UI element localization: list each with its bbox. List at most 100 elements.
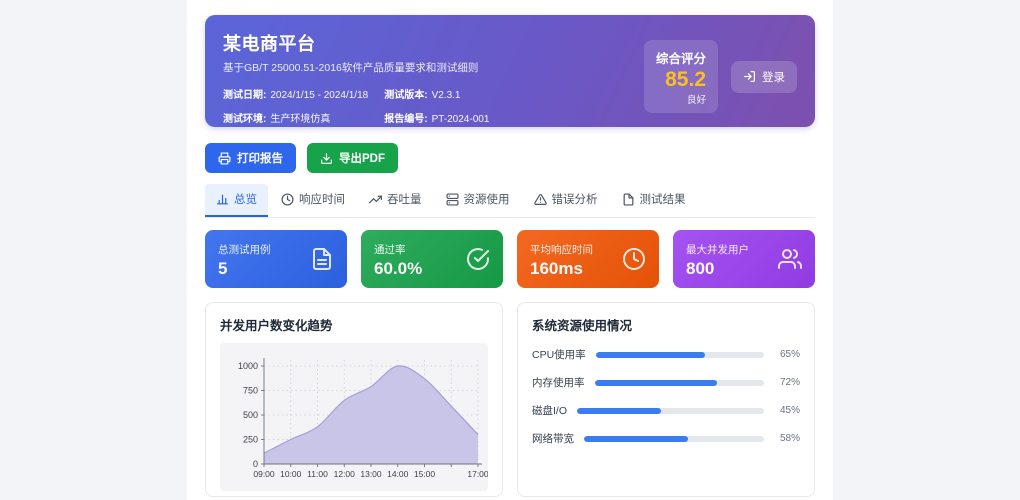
- trend-up-icon: [369, 195, 382, 203]
- tab-test-results[interactable]: 测试结果: [611, 184, 697, 217]
- export-pdf-label: 导出PDF: [339, 153, 385, 165]
- tab-throughput[interactable]: 吞吐量: [358, 184, 433, 217]
- svg-text:09:00: 09:00: [253, 469, 275, 479]
- resources-panel: 系统资源使用情况 CPU使用率 65% 内存使用率 72% 磁盘I/O 45%: [517, 302, 815, 497]
- progress-fill: [577, 407, 662, 414]
- meta-report-number: 报告编号: PT-2024-001: [384, 114, 490, 125]
- tab-resource-usage-label: 资源使用: [463, 194, 510, 206]
- stat-value: 60.0%: [374, 258, 423, 278]
- report-meta: 测试日期: 2024/1/15 - 2024/1/18 测试版本: V2.3.1 测…: [223, 86, 489, 125]
- stat-value: 5: [218, 258, 228, 278]
- report-header-info: 某电商平台 基于GB/T 25000.51-2016软件产品质量要求和测试细则 …: [223, 30, 489, 125]
- clock-icon: [623, 248, 645, 270]
- warning-icon: [533, 193, 547, 205]
- score-label: 综合评分: [655, 52, 706, 66]
- stat-card-avg-response: 平均响应时间 160ms: [517, 230, 659, 288]
- svg-text:14:00: 14:00: [387, 469, 409, 479]
- svg-text:17:00: 17:00: [467, 469, 488, 479]
- meta-test-date: 测试日期: 2024/1/15 - 2024/1/18: [223, 90, 369, 101]
- progress-bar: [595, 351, 764, 358]
- download-icon: [321, 152, 332, 164]
- concurrent-users-chart: 0 250 500 750 1000 09:00 10:00 11:00 12:00 13:00 1…: [220, 343, 488, 491]
- resource-row-cpu: CPU使用率 65%: [532, 347, 800, 362]
- score-grade-badge: 良好: [686, 95, 706, 107]
- resource-percent: 45%: [779, 405, 800, 416]
- progress-fill: [594, 379, 717, 386]
- progress-bar: [594, 379, 764, 386]
- stat-label: 平均响应时间: [530, 243, 593, 256]
- tab-error-analysis[interactable]: 错误分析: [523, 184, 609, 217]
- report-tabs: 总览 响应时间 吞吐量 资源使用 错误分析 测试结果: [205, 184, 815, 218]
- stat-label: 通过率: [374, 243, 406, 256]
- overall-score-box: 综合评分 85.2 良好: [643, 40, 718, 114]
- report-toolbar: 打印报告 导出PDF: [205, 143, 815, 173]
- file-text-icon: [313, 248, 331, 270]
- progress-bar: [584, 435, 764, 442]
- chart-panel: 并发用户数变化趋势 0 250 500 750 1000 09:00 10:00 11:00 1…: [205, 302, 503, 497]
- svg-text:750: 750: [243, 386, 258, 396]
- bar-chart-icon: [217, 194, 228, 204]
- stat-label: 总测试用例: [218, 243, 271, 256]
- resource-rows: CPU使用率 65% 内存使用率 72% 磁盘I/O 45% 网络带宽 58%: [532, 343, 800, 446]
- report-header: 某电商平台 基于GB/T 25000.51-2016软件产品质量要求和测试细则 …: [205, 15, 815, 127]
- users-icon: [778, 249, 802, 269]
- meta-test-env: 测试环境: 生产环境仿真: [223, 114, 331, 125]
- login-icon: [744, 71, 755, 83]
- report-subtitle: 基于GB/T 25000.51-2016软件产品质量要求和测试细则: [223, 62, 479, 74]
- resources-title: 系统资源使用情况: [532, 319, 633, 333]
- meta-test-version: 测试版本: V2.3.1: [384, 90, 461, 101]
- login-button[interactable]: 登录: [731, 60, 797, 93]
- tab-throughput-label: 吞吐量: [387, 194, 422, 206]
- resource-row-memory: 内存使用率 72%: [532, 375, 800, 390]
- resource-label: CPU使用率: [532, 349, 586, 361]
- resource-percent: 72%: [779, 377, 800, 388]
- print-report-label: 打印报告: [237, 153, 283, 165]
- printer-icon: [218, 151, 231, 165]
- svg-text:10:00: 10:00: [280, 469, 302, 479]
- check-circle-icon: [467, 248, 489, 270]
- stat-card-total-cases: 总测试用例 5: [205, 230, 347, 288]
- stat-value: 800: [686, 258, 715, 278]
- tab-error-analysis-label: 错误分析: [551, 194, 598, 206]
- tab-test-results-label: 测试结果: [639, 194, 686, 206]
- stat-cards: 总测试用例 5 通过率 60.0% 平均响应时间 160ms 最大并发用户 800: [205, 230, 815, 288]
- score-value: 85.2: [665, 68, 706, 91]
- resource-percent: 58%: [779, 433, 800, 444]
- resource-label: 网络带宽: [532, 433, 574, 445]
- area-chart-svg: 0 250 500 750 1000 09:00 10:00 11:00 12:00 13:00 1…: [238, 358, 488, 479]
- resource-row-disk-io: 磁盘I/O 45%: [532, 403, 800, 418]
- tab-response-time[interactable]: 响应时间: [270, 184, 356, 217]
- svg-text:13:00: 13:00: [360, 469, 382, 479]
- stat-card-pass-rate: 通过率 60.0%: [361, 230, 503, 288]
- svg-text:11:00: 11:00: [307, 469, 328, 479]
- tab-overview[interactable]: 总览: [205, 184, 268, 217]
- document-icon: [623, 192, 633, 206]
- svg-text:0: 0: [253, 459, 258, 469]
- stat-card-max-concurrent-users: 最大并发用户 800: [673, 230, 815, 288]
- clock-icon: [281, 192, 294, 206]
- chart-title: 并发用户数变化趋势: [220, 319, 333, 333]
- resource-row-network: 网络带宽 58%: [532, 431, 800, 446]
- report-page: 某电商平台 基于GB/T 25000.51-2016软件产品质量要求和测试细则 …: [187, 0, 833, 500]
- export-pdf-button[interactable]: 导出PDF: [307, 143, 398, 173]
- server-icon: [445, 192, 459, 206]
- resource-label: 磁盘I/O: [532, 405, 568, 417]
- svg-text:500: 500: [243, 410, 258, 420]
- tab-overview-label: 总览: [234, 194, 257, 206]
- progress-fill: [595, 351, 706, 358]
- page-title: 某电商平台: [223, 34, 316, 54]
- svg-text:15:00: 15:00: [414, 469, 436, 479]
- svg-text:12:00: 12:00: [334, 469, 356, 479]
- progress-bar: [577, 407, 764, 414]
- tab-resource-usage[interactable]: 资源使用: [435, 184, 521, 217]
- svg-text:250: 250: [243, 435, 258, 445]
- resource-label: 内存使用率: [532, 377, 585, 389]
- progress-fill: [584, 435, 689, 442]
- svg-text:1000: 1000: [238, 361, 258, 371]
- login-label: 登录: [762, 71, 785, 84]
- print-report-button[interactable]: 打印报告: [205, 143, 296, 173]
- resource-percent: 65%: [779, 349, 800, 360]
- bottom-panels: 并发用户数变化趋势 0 250 500 750 1000 09:00 10:00 11:00 1…: [205, 302, 815, 497]
- stat-label: 最大并发用户: [686, 243, 749, 256]
- tab-response-time-label: 响应时间: [299, 194, 345, 206]
